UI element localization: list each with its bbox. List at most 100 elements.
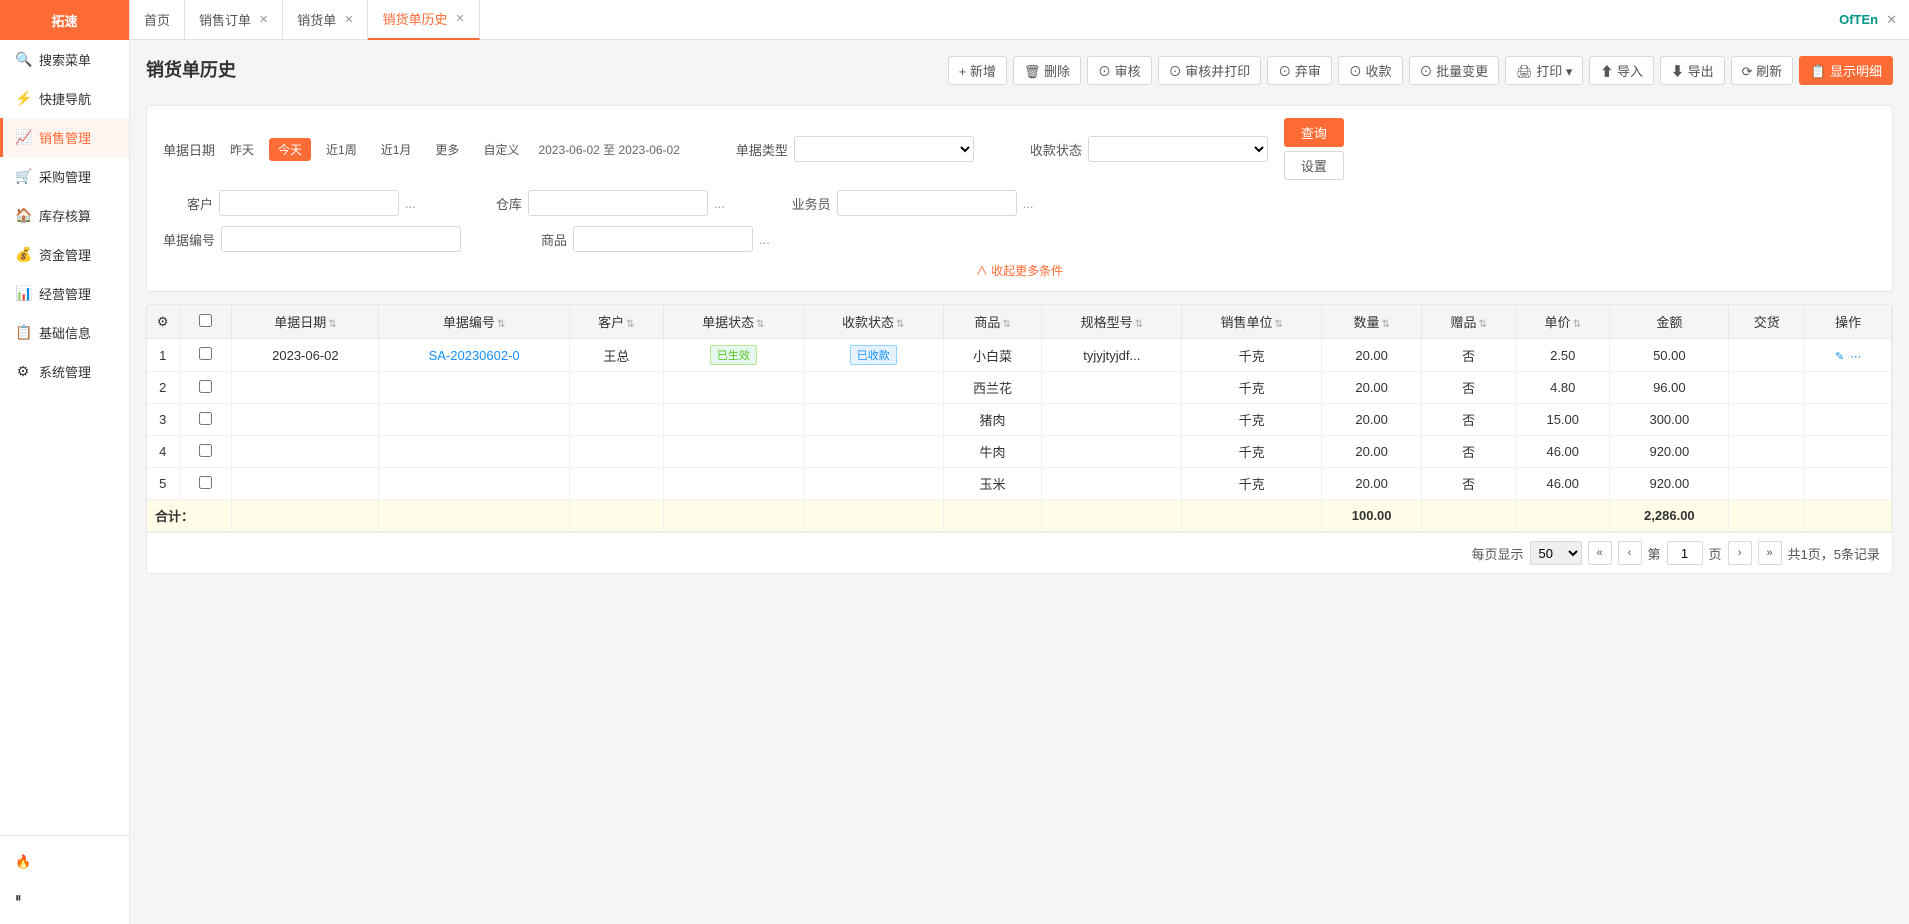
filter-collapse-btn[interactable]: ∧ 收起更多条件 <box>163 262 1876 279</box>
date-btn-more[interactable]: 更多 <box>426 138 468 161</box>
row-date <box>232 468 379 500</box>
sidebar-item-basic-info[interactable]: 📋 基础信息 <box>0 313 129 352</box>
close-tab-sales-order[interactable]: ✕ <box>259 13 268 26</box>
col-customer[interactable]: 客户⇅ <box>569 305 663 339</box>
sidebar-bottom-item2[interactable]: ⏸ <box>0 880 129 916</box>
sidebar-item-sales-mgmt[interactable]: 📈 销售管理 <box>0 118 129 157</box>
page-input[interactable] <box>1667 541 1703 565</box>
row-checkbox[interactable] <box>199 412 212 425</box>
table-row: 4 牛肉 千克 20.00 否 46.00 920.00 <box>147 436 1892 468</box>
collect-status-select[interactable] <box>1088 136 1268 162</box>
sidebar-item-label: 基础信息 <box>39 323 91 342</box>
date-btn-custom[interactable]: 自定义 <box>474 138 528 161</box>
query-button[interactable]: 查询 <box>1284 118 1344 147</box>
date-btn-last7[interactable]: 近1周 <box>317 138 366 161</box>
warehouse-input[interactable] <box>528 190 708 216</box>
tab-sales-goods[interactable]: 销货单 ✕ <box>283 0 368 40</box>
doc-type-label: 单据类型 <box>736 140 788 159</box>
settings-button[interactable]: 设置 <box>1284 151 1344 180</box>
prev-page-btn[interactable]: ‹ <box>1618 541 1642 565</box>
col-date[interactable]: 单据日期⇅ <box>232 305 379 339</box>
sidebar-item-ops-mgmt[interactable]: 📊 经营管理 <box>0 274 129 313</box>
collect-status-badge: 已收款 <box>850 345 897 365</box>
warehouse-dots[interactable]: ... <box>714 196 725 211</box>
basic-info-icon: 📋 <box>15 324 31 341</box>
date-btn-yesterday[interactable]: 昨天 <box>221 138 263 161</box>
row-checkbox[interactable] <box>199 476 212 489</box>
row-collect-status <box>803 404 943 436</box>
goods-input[interactable] <box>573 226 753 252</box>
batch-change-button[interactable]: ⊙ 批量变更 <box>1409 56 1500 85</box>
print-button[interactable]: 🖨 打印 ▾ <box>1505 56 1583 85</box>
row-qty: 20.00 <box>1322 339 1422 372</box>
select-all-checkbox[interactable] <box>199 314 212 327</box>
date-btn-last1m[interactable]: 近1月 <box>372 138 421 161</box>
sidebar-item-inventory[interactable]: 🏠 库存核算 <box>0 196 129 235</box>
row-customer <box>569 404 663 436</box>
collect-button[interactable]: ⊙ 收款 <box>1338 56 1403 85</box>
col-spec[interactable]: 规格型号⇅ <box>1042 305 1182 339</box>
row-num: 1 <box>147 339 179 372</box>
sidebar-item-finance-mgmt[interactable]: 💰 资金管理 <box>0 235 129 274</box>
row-checkbox[interactable] <box>199 444 212 457</box>
tab-home[interactable]: 首页 <box>130 0 185 40</box>
close-tab-sales-history[interactable]: ✕ <box>456 12 465 25</box>
row-date <box>232 372 379 404</box>
col-qty[interactable]: 数量⇅ <box>1322 305 1422 339</box>
per-page-select[interactable]: 50 20 100 <box>1530 541 1582 565</box>
filter-warehouse: 仓库 ... <box>472 190 725 216</box>
sidebar-item-sys-mgmt[interactable]: ⚙ 系统管理 <box>0 352 129 391</box>
new-button[interactable]: + 新增 <box>948 56 1007 85</box>
col-gift[interactable]: 赠品⇅ <box>1422 305 1516 339</box>
export-button[interactable]: ⬇ 导出 <box>1660 56 1725 85</box>
row-amount: 50.00 <box>1610 339 1729 372</box>
next-page-btn[interactable]: › <box>1728 541 1752 565</box>
refresh-button[interactable]: ⟳ 刷新 <box>1731 56 1794 85</box>
sidebar-item-purchase-mgmt[interactable]: 🛒 采购管理 <box>0 157 129 196</box>
display-button[interactable]: 📋 显示明细 <box>1799 56 1893 85</box>
col-collect-status[interactable]: 收款状态⇅ <box>803 305 943 339</box>
action-btn[interactable]: ⋯ <box>1850 351 1861 363</box>
salesperson-dots[interactable]: ... <box>1023 196 1034 211</box>
customer-dots[interactable]: ... <box>405 196 416 211</box>
tab-sales-history[interactable]: 销货单历史 ✕ <box>368 0 479 40</box>
col-goods[interactable]: 商品⇅ <box>943 305 1042 339</box>
tab-sales-order[interactable]: 销售订单 ✕ <box>185 0 283 40</box>
import-button[interactable]: ⬆ 导入 <box>1589 56 1654 85</box>
col-amount: 金额 <box>1610 305 1729 339</box>
topbar-close-btn[interactable]: ✕ <box>1886 12 1897 28</box>
doc-type-select[interactable] <box>794 136 974 162</box>
abandon-button[interactable]: ⊙ 弃审 <box>1267 56 1332 85</box>
audit-button[interactable]: ⊙ 审核 <box>1087 56 1152 85</box>
date-label: 单据日期 <box>163 140 215 159</box>
audit-print-button[interactable]: ⊙ 审核并打印 <box>1158 56 1262 85</box>
row-checkbox[interactable] <box>199 380 212 393</box>
row-checkbox[interactable] <box>199 347 212 360</box>
filter-goods: 商品 ... <box>517 226 770 252</box>
date-btn-today[interactable]: 今天 <box>269 138 311 161</box>
customer-input[interactable] <box>219 190 399 216</box>
col-doc-status[interactable]: 单据状态⇅ <box>663 305 803 339</box>
pause-icon: ⏸ <box>15 890 22 906</box>
content-area: 销货单历史 + 新增 🗑 删除 ⊙ 审核 ⊙ 审核并打印 ⊙ 弃审 ⊙ 收款 ⊙… <box>130 40 1909 924</box>
doc-no-input[interactable] <box>221 226 461 252</box>
row-num: 5 <box>147 468 179 500</box>
salesperson-input[interactable] <box>837 190 1017 216</box>
sidebar-bottom-item1[interactable]: 🔥 <box>0 844 129 880</box>
col-doc-no[interactable]: 单据编号⇅ <box>379 305 569 339</box>
col-settings[interactable]: ⚙ <box>147 305 179 339</box>
delete-button[interactable]: 🗑 删除 <box>1013 56 1081 85</box>
col-unit[interactable]: 销售单位⇅ <box>1182 305 1322 339</box>
col-price[interactable]: 单价⇅ <box>1516 305 1610 339</box>
action-btn[interactable]: ✎ <box>1835 351 1844 363</box>
last-page-btn[interactable]: » <box>1758 541 1782 565</box>
sidebar-item-search-menu[interactable]: 🔍 搜索菜单 <box>0 40 129 79</box>
first-page-btn[interactable]: « <box>1588 541 1612 565</box>
sidebar-item-quick-nav[interactable]: ⚡ 快捷导航 <box>0 79 129 118</box>
search-icon: 🔍 <box>15 51 31 68</box>
toolbar: + 新增 🗑 删除 ⊙ 审核 ⊙ 审核并打印 ⊙ 弃审 ⊙ 收款 ⊙ 批量变更 … <box>948 56 1893 85</box>
row-spec <box>1042 436 1182 468</box>
row-goods: 玉米 <box>943 468 1042 500</box>
goods-dots[interactable]: ... <box>759 232 770 247</box>
close-tab-sales-goods[interactable]: ✕ <box>344 13 353 26</box>
